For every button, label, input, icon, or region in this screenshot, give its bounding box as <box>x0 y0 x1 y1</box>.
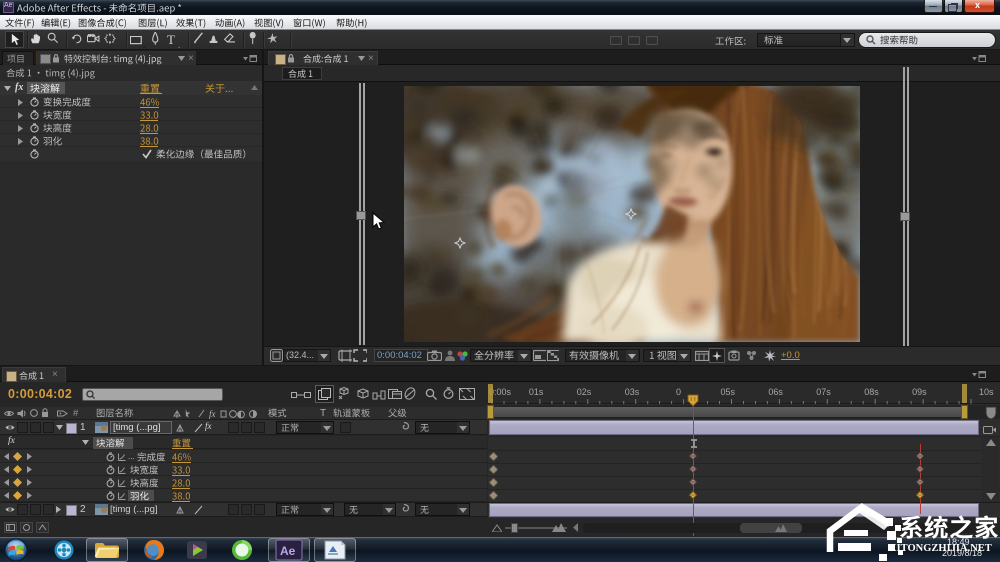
svg-text:Ae: Ae <box>280 544 296 558</box>
svg-text:fx: fx <box>209 409 216 419</box>
